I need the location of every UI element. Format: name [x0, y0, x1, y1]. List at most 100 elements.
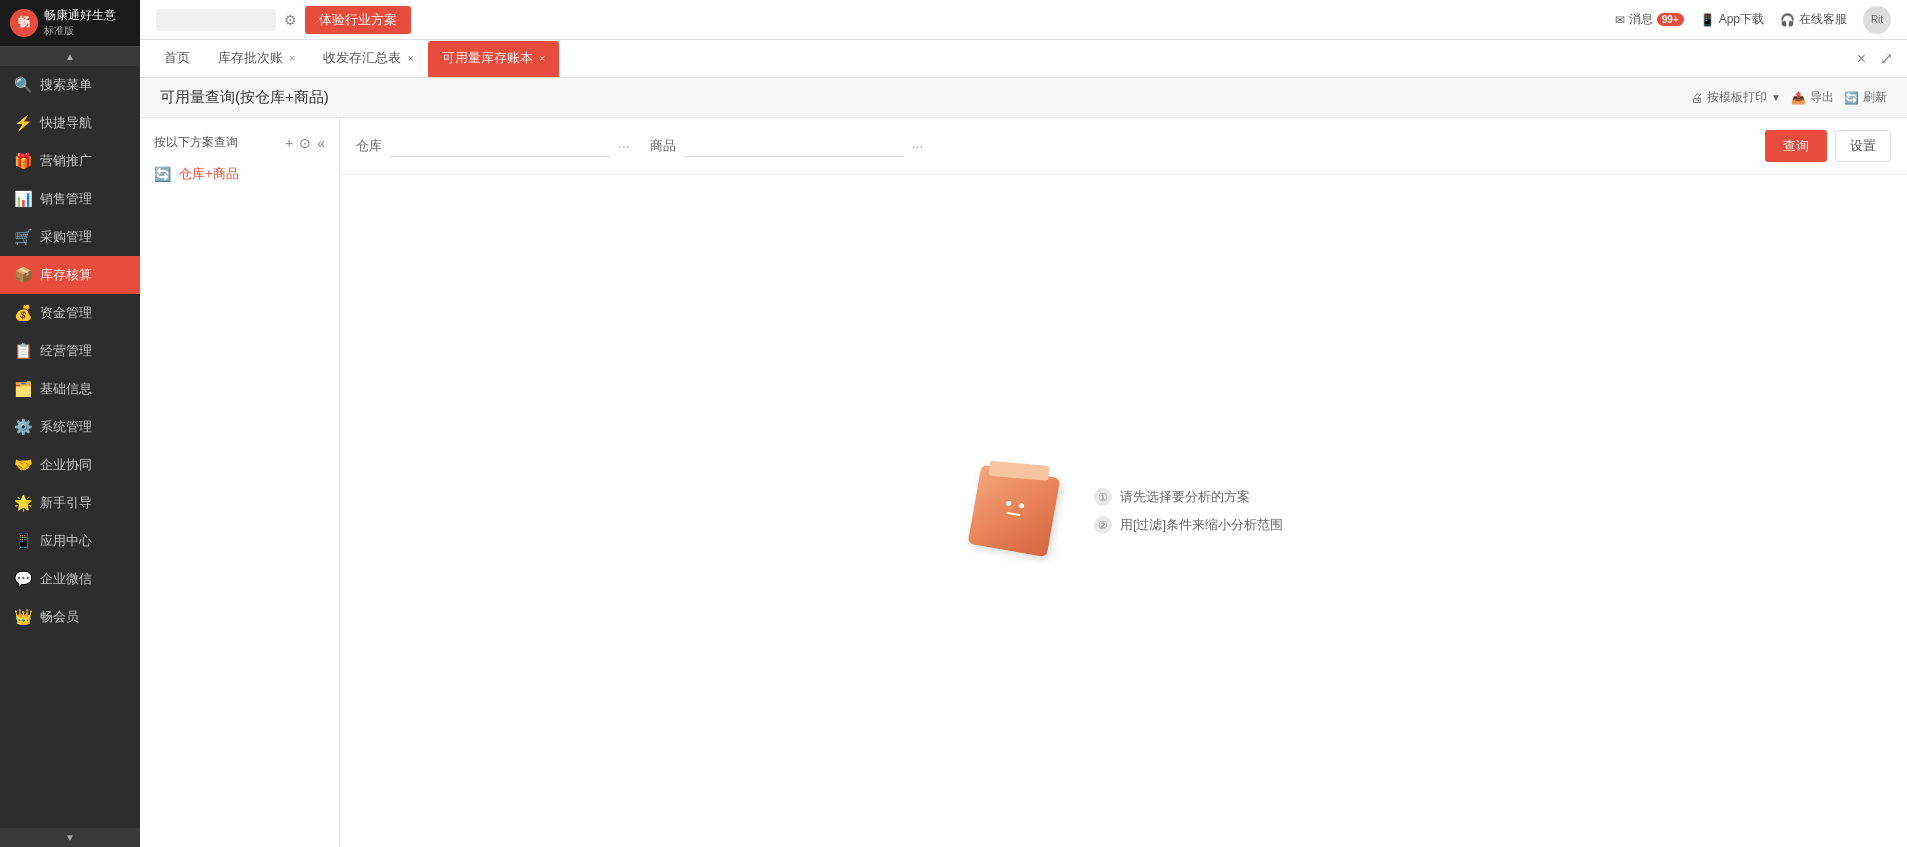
sidebar-item-operation[interactable]: 📋经营管理 [0, 332, 140, 370]
filter-panel-header: 按以下方案查询 + ⊙ « [140, 128, 339, 157]
empty-eyes [1006, 501, 1025, 509]
sidebar-label-marketing: 营销推广 [40, 152, 92, 170]
avatar-img: Rit [1863, 6, 1891, 34]
app-download-label: App下载 [1719, 11, 1764, 28]
empty-hint-1: ① 请先选择要分析的方案 [1094, 488, 1283, 506]
sidebar-item-wechat[interactable]: 💬企业微信 [0, 560, 140, 598]
collapse-filter-btn[interactable]: « [317, 135, 325, 151]
topbar: ⚙ 体验行业方案 ✉ 消息 99+ 📱 App下载 🎧 在线客服 Rit [140, 0, 1907, 40]
product-input[interactable] [684, 135, 904, 157]
filter-item-warehouse-product[interactable]: 🔄 仓库+商品 [140, 157, 339, 191]
sidebar-icon-appstore: 📱 [14, 532, 32, 550]
print-btn[interactable]: 🖨 按模板打印 ▼ [1691, 89, 1781, 106]
sidebar-item-sales[interactable]: 📊销售管理 [0, 180, 140, 218]
sidebar-label-search: 搜索菜单 [40, 76, 92, 94]
topbar-right: ✉ 消息 99+ 📱 App下载 🎧 在线客服 Rit [1615, 6, 1891, 34]
sidebar-scroll-down[interactable]: ▼ [0, 828, 140, 847]
tab-label-available: 可用量库存账本 [442, 49, 533, 67]
sidebar-item-basic[interactable]: 🗂️基础信息 [0, 370, 140, 408]
sidebar-item-search[interactable]: 🔍搜索菜单 [0, 66, 140, 104]
sidebar-item-guide[interactable]: 🌟 新手引导 [0, 484, 140, 522]
empty-eye-right [1019, 503, 1025, 509]
tab-summary[interactable]: 收发存汇总表× [309, 41, 427, 77]
warehouse-input[interactable] [390, 135, 610, 157]
tab-batch[interactable]: 库存批次账 × [204, 41, 309, 77]
tab-available[interactable]: 可用量库存账本 × [428, 41, 559, 77]
tab-close-all-btn[interactable]: × [1853, 48, 1870, 70]
warehouse-label: 仓库 [356, 137, 382, 155]
export-icon: 📤 [1791, 91, 1806, 105]
empty-eye-left [1006, 501, 1012, 507]
message-badge: 99+ [1657, 13, 1684, 26]
empty-state: ① 请先选择要分析的方案 ② 用[过滤]条件来缩小分析范围 [340, 175, 1907, 847]
sidebar-brand-name: 畅康通好生意 [44, 8, 116, 24]
sidebar-icon-basic: 🗂️ [14, 380, 32, 398]
sidebar-item-marketing[interactable]: 🎁 营销推广 [0, 142, 140, 180]
product-more-icon[interactable]: ··· [912, 138, 924, 154]
sidebar-item-shortcut[interactable]: ⚡ 快捷导航 [0, 104, 140, 142]
refresh-icon: 🔄 [1844, 91, 1859, 105]
hint-number-1: ① [1094, 488, 1112, 506]
sidebar-icon-system: ⚙️ [14, 418, 32, 436]
product-filter-group: 商品 ··· [650, 135, 924, 157]
sidebar-icon-guide: 🌟 [14, 494, 32, 512]
tab-label-home: 首页 [164, 49, 190, 67]
tab-close-available[interactable]: × [539, 52, 545, 64]
empty-hints: ① 请先选择要分析的方案 ② 用[过滤]条件来缩小分析范围 [1094, 488, 1283, 534]
add-filter-btn[interactable]: + [285, 135, 293, 151]
user-avatar[interactable]: Rit [1863, 6, 1891, 34]
sidebar-logo: 畅 [10, 9, 38, 37]
sidebar-scroll-up[interactable]: ▲ [0, 47, 140, 66]
sidebar-item-appstore[interactable]: 📱 应用中心 [0, 522, 140, 560]
sidebar-item-system[interactable]: ⚙️ 系统管理 [0, 408, 140, 446]
config-filter-btn[interactable]: ⊙ [299, 135, 311, 151]
sidebar: 畅 畅康通好生意 标准版 ▲ 🔍搜索菜单 ⚡ 快捷导航 🎁 营销推广 📊销售管理 🛒 采购管理… [0, 0, 140, 847]
sidebar-icon-marketing: 🎁 [14, 152, 32, 170]
sidebar-icon-sales: 📊 [14, 190, 32, 208]
trial-btn[interactable]: 体验行业方案 [305, 6, 411, 34]
sidebar-label-system: 系统管理 [40, 418, 92, 436]
sidebar-item-member[interactable]: 👑畅会员 [0, 598, 140, 636]
tab-home[interactable]: 首页 [150, 41, 204, 77]
sidebar-icon-shortcut: ⚡ [14, 114, 32, 132]
query-btn[interactable]: 查询 [1765, 130, 1827, 162]
sidebar-label-purchase: 采购管理 [40, 228, 92, 246]
tab-close-batch[interactable]: × [289, 52, 295, 64]
message-label: 消息 [1629, 11, 1653, 28]
topbar-search-input[interactable] [156, 9, 276, 31]
tab-label-batch: 库存批次账 [218, 49, 283, 67]
sidebar-item-finance[interactable]: 💰资金管理 [0, 294, 140, 332]
settings-icon[interactable]: ⚙ [284, 12, 297, 28]
online-service-label: 在线客服 [1799, 11, 1847, 28]
sidebar-label-guide: 新手引导 [40, 494, 92, 512]
hint-text-2: 用[过滤]条件来缩小分析范围 [1120, 516, 1283, 534]
service-icon: 🎧 [1780, 13, 1795, 27]
sidebar-brand: 畅康通好生意 标准版 [44, 8, 116, 38]
export-btn[interactable]: 📤 导出 [1791, 89, 1834, 106]
message-icon: ✉ [1615, 13, 1625, 27]
page-actions: 🖨 按模板打印 ▼ 📤 导出 🔄 刷新 [1691, 89, 1887, 106]
sidebar-item-inventory[interactable]: 📦库存核算 [0, 256, 140, 294]
sidebar-label-shortcut: 快捷导航 [40, 114, 92, 132]
tab-expand-btn[interactable]: ⤢ [1876, 47, 1897, 70]
sidebar-label-appstore: 应用中心 [40, 532, 92, 550]
sidebar-icon-purchase: 🛒 [14, 228, 32, 246]
filter-panel: 按以下方案查询 + ⊙ « 🔄 仓库+商品 [140, 118, 340, 847]
sidebar-item-enterprise[interactable]: 🤝企业协同 [0, 446, 140, 484]
message-btn[interactable]: ✉ 消息 99+ [1615, 11, 1684, 28]
sidebar-item-purchase[interactable]: 🛒 采购管理 [0, 218, 140, 256]
warehouse-more-icon[interactable]: ··· [618, 138, 630, 154]
print-dropdown-icon: ▼ [1771, 92, 1781, 103]
sidebar-label-member: 畅会员 [40, 608, 79, 626]
online-service-btn[interactable]: 🎧 在线客服 [1780, 11, 1847, 28]
sidebar-icon-wechat: 💬 [14, 570, 32, 588]
query-btn-group: 查询 设置 [1765, 130, 1891, 162]
print-icon: 🖨 [1691, 91, 1703, 105]
empty-illustration [964, 461, 1064, 561]
refresh-btn[interactable]: 🔄 刷新 [1844, 89, 1887, 106]
tab-close-summary[interactable]: × [407, 52, 413, 64]
app-download-btn[interactable]: 📱 App下载 [1700, 11, 1764, 28]
query-settings-btn[interactable]: 设置 [1835, 130, 1891, 162]
tabbar: 首页库存批次账×收发存汇总表×可用量库存账本× × ⤢ [140, 40, 1907, 78]
filter-item-icon: 🔄 [154, 166, 171, 182]
